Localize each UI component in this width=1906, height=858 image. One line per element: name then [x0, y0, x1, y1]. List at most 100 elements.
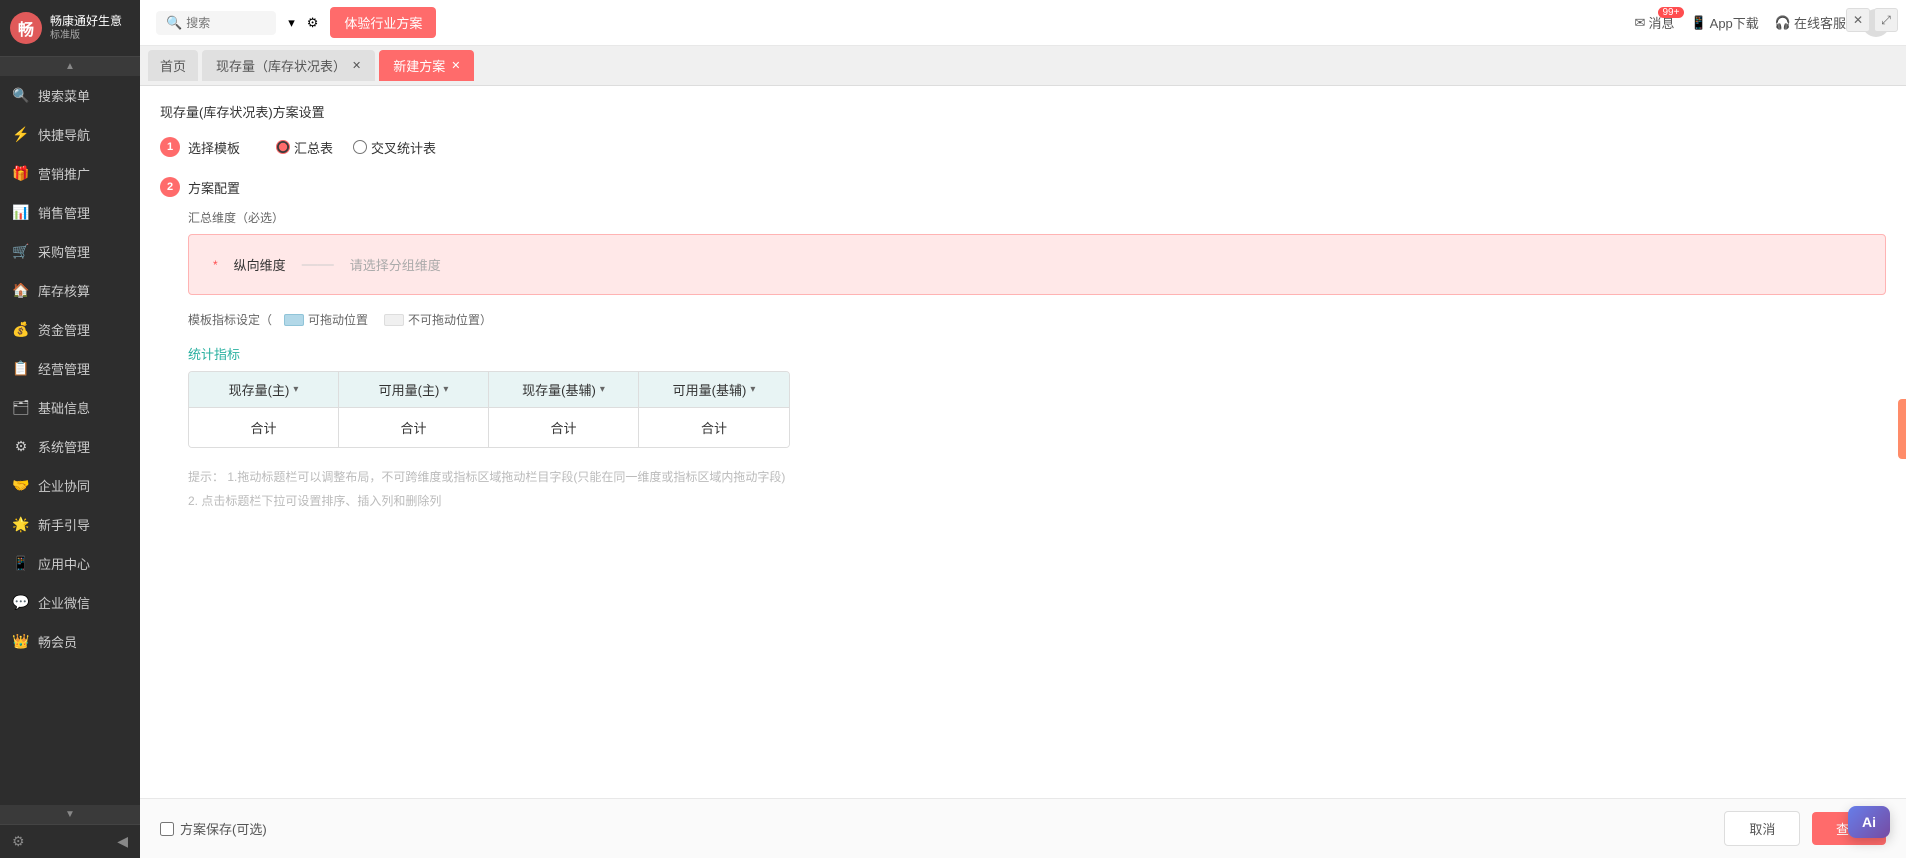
section1-num: 1 [160, 137, 180, 157]
stat-body-cell-2: 合计 [489, 407, 638, 447]
save-checkbox[interactable] [160, 822, 174, 836]
sidebar-item-5[interactable]: 🏠 库存核算 [0, 271, 140, 310]
sidebar-scroll-up[interactable]: ▲ [0, 57, 140, 76]
stat-col-header-0[interactable]: 现存量(主) ▾ [189, 372, 338, 407]
sidebar-item-7[interactable]: 📋 经营管理 [0, 349, 140, 388]
sidebar-icon-9: ⚙ [12, 438, 30, 456]
sidebar-item-3[interactable]: 📊 销售管理 [0, 193, 140, 232]
sidebar-item-10[interactable]: 🤝 企业协同 [0, 466, 140, 505]
ai-fab[interactable]: Ai [1848, 806, 1890, 838]
dim-label: 汇总维度（必选） [188, 209, 1886, 226]
sidebar-item-14[interactable]: 👑 畅会员 [0, 622, 140, 661]
trial-btn[interactable]: 体验行业方案 [330, 7, 436, 38]
legend-non-draggable-color [384, 314, 404, 326]
sidebar-item-8[interactable]: 🗂 基础信息 [0, 388, 140, 427]
sidebar-collapse-icon[interactable]: ◀ [117, 833, 128, 850]
sidebar-icon-3: 📊 [12, 204, 30, 222]
sidebar-icon-11: 🌟 [12, 516, 30, 534]
top-bar-left: 🔍 ▾ ⚙ 体验行业方案 [156, 7, 436, 38]
radio-cross-input[interactable] [353, 140, 367, 154]
sidebar-label-13: 企业微信 [38, 593, 90, 612]
save-label[interactable]: 方案保存(可选) [180, 819, 267, 838]
tab-new-plan[interactable]: 新建方案 ✕ [379, 50, 474, 81]
panel-close-btn[interactable]: ✕ [1846, 8, 1870, 32]
sidebar-item-4[interactable]: 🛒 采购管理 [0, 232, 140, 271]
panel-expand-btn[interactable]: ⤢ [1874, 8, 1898, 32]
radio-cross[interactable]: 交叉统计表 [353, 138, 436, 157]
section2-title: 方案配置 [188, 178, 240, 197]
message-badge: 99+ [1658, 7, 1685, 18]
stat-col-header-1[interactable]: 可用量(主) ▾ [339, 372, 488, 407]
stat-col-3: 可用量(基辅) ▾ [639, 372, 789, 407]
stat-body-cell-1: 合计 [339, 407, 488, 447]
cancel-button[interactable]: 取消 [1724, 811, 1800, 846]
sidebar-label-1: 快捷导航 [38, 125, 90, 144]
online-service-btn[interactable]: 🎧 在线客服 [1775, 13, 1846, 32]
col-chevron-1[interactable]: ▾ [443, 384, 448, 395]
sidebar-item-2[interactable]: 🎁 营销推广 [0, 154, 140, 193]
radio-summary-input[interactable] [276, 140, 290, 154]
tips: 提示： 1.拖动标题栏可以调整布局，不可跨维度或指标区域拖动栏目字段(只能在同一… [188, 467, 1886, 512]
legend-draggable: 可拖动位置 [284, 311, 368, 328]
sidebar-item-13[interactable]: 💬 企业微信 [0, 583, 140, 622]
tab-new-plan-close[interactable]: ✕ [451, 59, 460, 72]
stat-table-header: 现存量(主) ▾ 可用量(主) ▾ 现存量(基辅) ▾ 可用量(基辅) ▾ [189, 372, 789, 407]
stat-col-header-3[interactable]: 可用量(基辅) ▾ [639, 372, 789, 407]
tab-inventory[interactable]: 现存量（库存状况表） ✕ [202, 50, 375, 81]
sidebar-item-6[interactable]: 💰 资金管理 [0, 310, 140, 349]
section1-title: 选择模板 [188, 138, 240, 157]
headset-icon: 🎧 [1775, 15, 1791, 31]
sidebar-label-7: 经营管理 [38, 359, 90, 378]
search-input[interactable] [186, 16, 266, 30]
app-logo: 畅 畅康通好生意 标准版 [0, 0, 140, 57]
stat-col-2: 现存量(基辅) ▾ [489, 372, 639, 407]
sidebar-icon-4: 🛒 [12, 243, 30, 261]
logo-icon: 畅 [10, 12, 42, 44]
panel-controls: ✕ ⤢ [1846, 8, 1898, 32]
stat-col-0: 现存量(主) ▾ [189, 372, 339, 407]
tab-inventory-close[interactable]: ✕ [352, 59, 361, 72]
sidebar-label-2: 营销推广 [38, 164, 90, 183]
col-chevron-2[interactable]: ▾ [600, 384, 605, 395]
sidebar-items: 🔍 搜索菜单 ⚡ 快捷导航 🎁 营销推广 📊 销售管理 🛒 采购管理 🏠 库存核… [0, 76, 140, 805]
right-indicator[interactable] [1898, 399, 1906, 459]
sidebar-bottom: ⚙ ◀ [0, 824, 140, 858]
sidebar-item-11[interactable]: 🌟 新手引导 [0, 505, 140, 544]
section-template: 1 选择模板 汇总表 交叉统计表 [160, 137, 1886, 157]
col-chevron-0[interactable]: ▾ [293, 384, 298, 395]
stat-body-cell-3: 合计 [639, 407, 789, 447]
stat-section-title: 统计指标 [188, 344, 1886, 363]
sidebar-label-11: 新手引导 [38, 515, 90, 534]
app-download-btn[interactable]: 📱 App下载 [1690, 13, 1758, 32]
sidebar-label-6: 资金管理 [38, 320, 90, 339]
section-config: 2 方案配置 汇总维度（必选） * 纵向维度 —— 请选择分组维度 模板指标设定… [160, 177, 1886, 512]
messages-btn[interactable]: ✉ 消息 99+ [1635, 13, 1675, 32]
logo-text: 畅康通好生意 标准版 [50, 14, 122, 43]
stat-col-header-2[interactable]: 现存量(基辅) ▾ [489, 372, 638, 407]
stat-col-body-2: 合计 [489, 407, 639, 447]
sidebar-icon-12: 📱 [12, 555, 30, 573]
sidebar-item-12[interactable]: 📱 应用中心 [0, 544, 140, 583]
tab-home[interactable]: 首页 [148, 50, 198, 81]
sidebar-scroll-down[interactable]: ▼ [0, 805, 140, 824]
topbar-settings-icon[interactable]: ⚙ [307, 15, 319, 31]
sidebar-settings-icon[interactable]: ⚙ [12, 833, 25, 850]
topbar-dropdown-icon[interactable]: ▾ [288, 15, 295, 31]
dim-arrow: —— [302, 256, 334, 274]
sidebar-label-4: 采购管理 [38, 242, 90, 261]
template-options: 汇总表 交叉统计表 [276, 138, 436, 157]
stat-col-body-3: 合计 [639, 407, 789, 447]
stat-table-body: 合计合计合计合计 [189, 407, 789, 447]
dimension-box[interactable]: * 纵向维度 —— 请选择分组维度 [188, 234, 1886, 295]
radio-summary[interactable]: 汇总表 [276, 138, 333, 157]
sidebar-icon-10: 🤝 [12, 477, 30, 495]
search-box[interactable]: 🔍 [156, 11, 276, 35]
sidebar-label-3: 销售管理 [38, 203, 90, 222]
sidebar-item-0[interactable]: 🔍 搜索菜单 [0, 76, 140, 115]
sidebar-item-1[interactable]: ⚡ 快捷导航 [0, 115, 140, 154]
sidebar-item-9[interactable]: ⚙ 系统管理 [0, 427, 140, 466]
indicator-legend: 可拖动位置 不可拖动位置） [284, 311, 492, 328]
col-chevron-3[interactable]: ▾ [750, 384, 755, 395]
sidebar-label-14: 畅会员 [38, 632, 77, 651]
section2-num: 2 [160, 177, 180, 197]
